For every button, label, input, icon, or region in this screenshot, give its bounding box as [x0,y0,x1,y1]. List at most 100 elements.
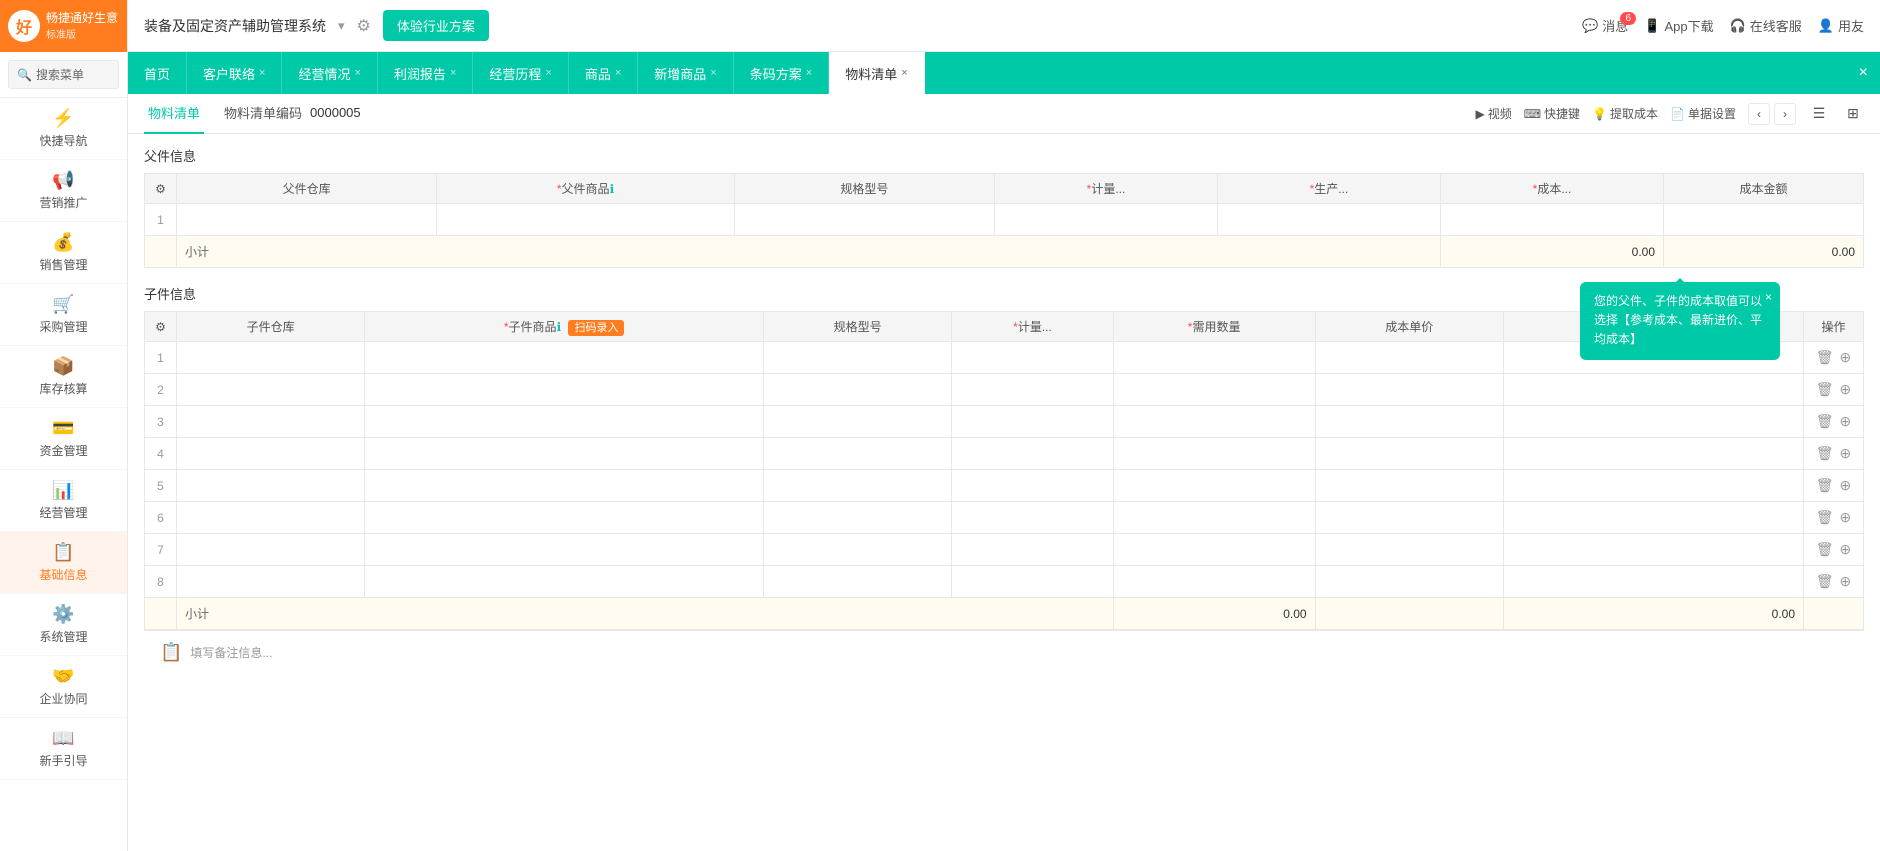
tooltip-close-button[interactable]: × [1765,288,1772,307]
child-row-4-spec[interactable] [764,438,952,470]
child-row-6-qty[interactable] [1113,502,1315,534]
child-row-4-unit-cost[interactable] [1315,438,1503,470]
child-row-1-goods[interactable] [365,342,764,374]
delete-row-5-icon[interactable]: 🗑 [1816,477,1834,494]
settings-icon[interactable]: ⚙ [357,16,371,36]
child-row-8-spec[interactable] [764,566,952,598]
child-row-1-qty[interactable] [1113,342,1315,374]
copy-row-5-icon[interactable]: ⊕ [1840,477,1852,494]
trial-button[interactable]: 体验行业方案 [383,10,489,41]
copy-row-7-icon[interactable]: ⊕ [1840,541,1852,558]
app-download-button[interactable]: 📱 App下载 [1644,16,1713,35]
tab-customer[interactable]: 客户联络 × [187,52,282,94]
child-row-5-spec[interactable] [764,470,952,502]
child-row-3-spec[interactable] [764,406,952,438]
child-row-7-spec[interactable] [764,534,952,566]
grid-view-icon[interactable]: ⊞ [1842,103,1864,125]
sidebar-item-quick-nav[interactable]: ⚡ 快捷导航 [0,98,127,160]
sub-tab-bom[interactable]: 物料清单 [144,94,204,134]
tab-history-close-icon[interactable]: × [545,67,551,79]
copy-row-6-icon[interactable]: ⊕ [1840,509,1852,526]
child-row-6-goods[interactable] [365,502,764,534]
delete-row-2-icon[interactable]: 🗑 [1816,381,1834,398]
delete-row-8-icon[interactable]: 🗑 [1816,573,1834,590]
user-button[interactable]: 👤 用友 [1818,16,1864,35]
parent-row-1-warehouse[interactable] [177,204,437,236]
child-row-8-goods[interactable] [365,566,764,598]
child-row-1-warehouse[interactable] [177,342,365,374]
child-row-2-unit[interactable] [952,374,1113,406]
child-row-6-unit-cost[interactable] [1315,502,1503,534]
child-row-8-warehouse[interactable] [177,566,365,598]
tab-barcode-close-icon[interactable]: × [806,67,812,79]
sidebar-item-inventory[interactable]: 📦 库存核算 [0,346,127,408]
child-row-2-unit-cost[interactable] [1315,374,1503,406]
copy-row-3-icon[interactable]: ⊕ [1840,413,1852,430]
sidebar-item-finance[interactable]: 💳 资金管理 [0,408,127,470]
child-row-7-warehouse[interactable] [177,534,365,566]
shortcut-action[interactable]: ⌨ 快捷键 [1524,105,1580,122]
child-row-5-unit[interactable] [952,470,1113,502]
copy-row-4-icon[interactable]: ⊕ [1840,445,1852,462]
tab-bom-close-icon[interactable]: × [901,67,907,79]
child-row-3-goods[interactable] [365,406,764,438]
child-row-4-qty[interactable] [1113,438,1315,470]
close-all-tabs-button[interactable]: × [1847,64,1880,82]
copy-row-8-icon[interactable]: ⊕ [1840,573,1852,590]
child-row-5-goods[interactable] [365,470,764,502]
sidebar-item-cooperation[interactable]: 🤝 企业协同 [0,656,127,718]
parent-row-1-cost[interactable] [1440,204,1663,236]
copy-row-2-icon[interactable]: ⊕ [1840,381,1852,398]
child-row-6-warehouse[interactable] [177,502,365,534]
parent-row-1-unit[interactable] [995,204,1218,236]
tab-customer-close-icon[interactable]: × [259,67,265,79]
sidebar-item-basic-info[interactable]: 📋 基础信息 [0,532,127,594]
next-button[interactable]: › [1774,103,1796,125]
sidebar-item-operations[interactable]: 📊 经营管理 [0,470,127,532]
list-view-icon[interactable]: ☰ [1808,103,1830,125]
tab-bom[interactable]: 物料清单 × [829,52,924,94]
parent-row-1-spec[interactable] [734,204,994,236]
tab-new-goods-close-icon[interactable]: × [710,67,716,79]
copy-row-1-icon[interactable]: ⊕ [1840,349,1852,366]
child-row-3-unit-cost[interactable] [1315,406,1503,438]
child-row-3-unit[interactable] [952,406,1113,438]
delete-row-1-icon[interactable]: 🗑 [1816,349,1834,366]
prev-button[interactable]: ‹ [1748,103,1770,125]
tab-goods-close-icon[interactable]: × [615,67,621,79]
child-row-6-unit[interactable] [952,502,1113,534]
child-row-2-goods[interactable] [365,374,764,406]
child-row-2-qty[interactable] [1113,374,1315,406]
tab-goods[interactable]: 商品 × [569,52,638,94]
tab-history[interactable]: 经营历程 × [473,52,568,94]
tab-profit-close-icon[interactable]: × [450,67,456,79]
child-col-settings[interactable]: ⚙ [145,312,177,342]
child-row-5-qty[interactable] [1113,470,1315,502]
child-row-2-spec[interactable] [764,374,952,406]
cost-action[interactable]: 💡 提取成本 [1592,105,1658,122]
tab-operations-close-icon[interactable]: × [354,67,360,79]
online-service-button[interactable]: 🎧 在线客服 [1730,16,1802,35]
tab-operations[interactable]: 经营情况 × [282,52,377,94]
delete-row-4-icon[interactable]: 🗑 [1816,445,1834,462]
delete-row-6-icon[interactable]: 🗑 [1816,509,1834,526]
child-row-5-warehouse[interactable] [177,470,365,502]
sidebar-item-system[interactable]: ⚙️ 系统管理 [0,594,127,656]
sidebar-item-marketing[interactable]: 📢 营销推广 [0,160,127,222]
child-row-8-unit[interactable] [952,566,1113,598]
child-row-5-unit-cost[interactable] [1315,470,1503,502]
tab-new-goods[interactable]: 新增商品 × [638,52,733,94]
parent-row-1-produce[interactable] [1217,204,1440,236]
child-row-6-spec[interactable] [764,502,952,534]
tab-profit[interactable]: 利润报告 × [378,52,473,94]
message-button[interactable]: 💬 消息 6 [1582,16,1628,35]
child-row-3-warehouse[interactable] [177,406,365,438]
sidebar-item-sales[interactable]: 💰 销售管理 [0,222,127,284]
sidebar-item-purchase[interactable]: 🛒 采购管理 [0,284,127,346]
scan-badge[interactable]: 扫码录入 [568,320,624,336]
delete-row-7-icon[interactable]: 🗑 [1816,541,1834,558]
child-row-8-qty[interactable] [1113,566,1315,598]
child-row-2-warehouse[interactable] [177,374,365,406]
sidebar-item-guide[interactable]: 📖 新手引导 [0,718,127,780]
child-row-4-goods[interactable] [365,438,764,470]
